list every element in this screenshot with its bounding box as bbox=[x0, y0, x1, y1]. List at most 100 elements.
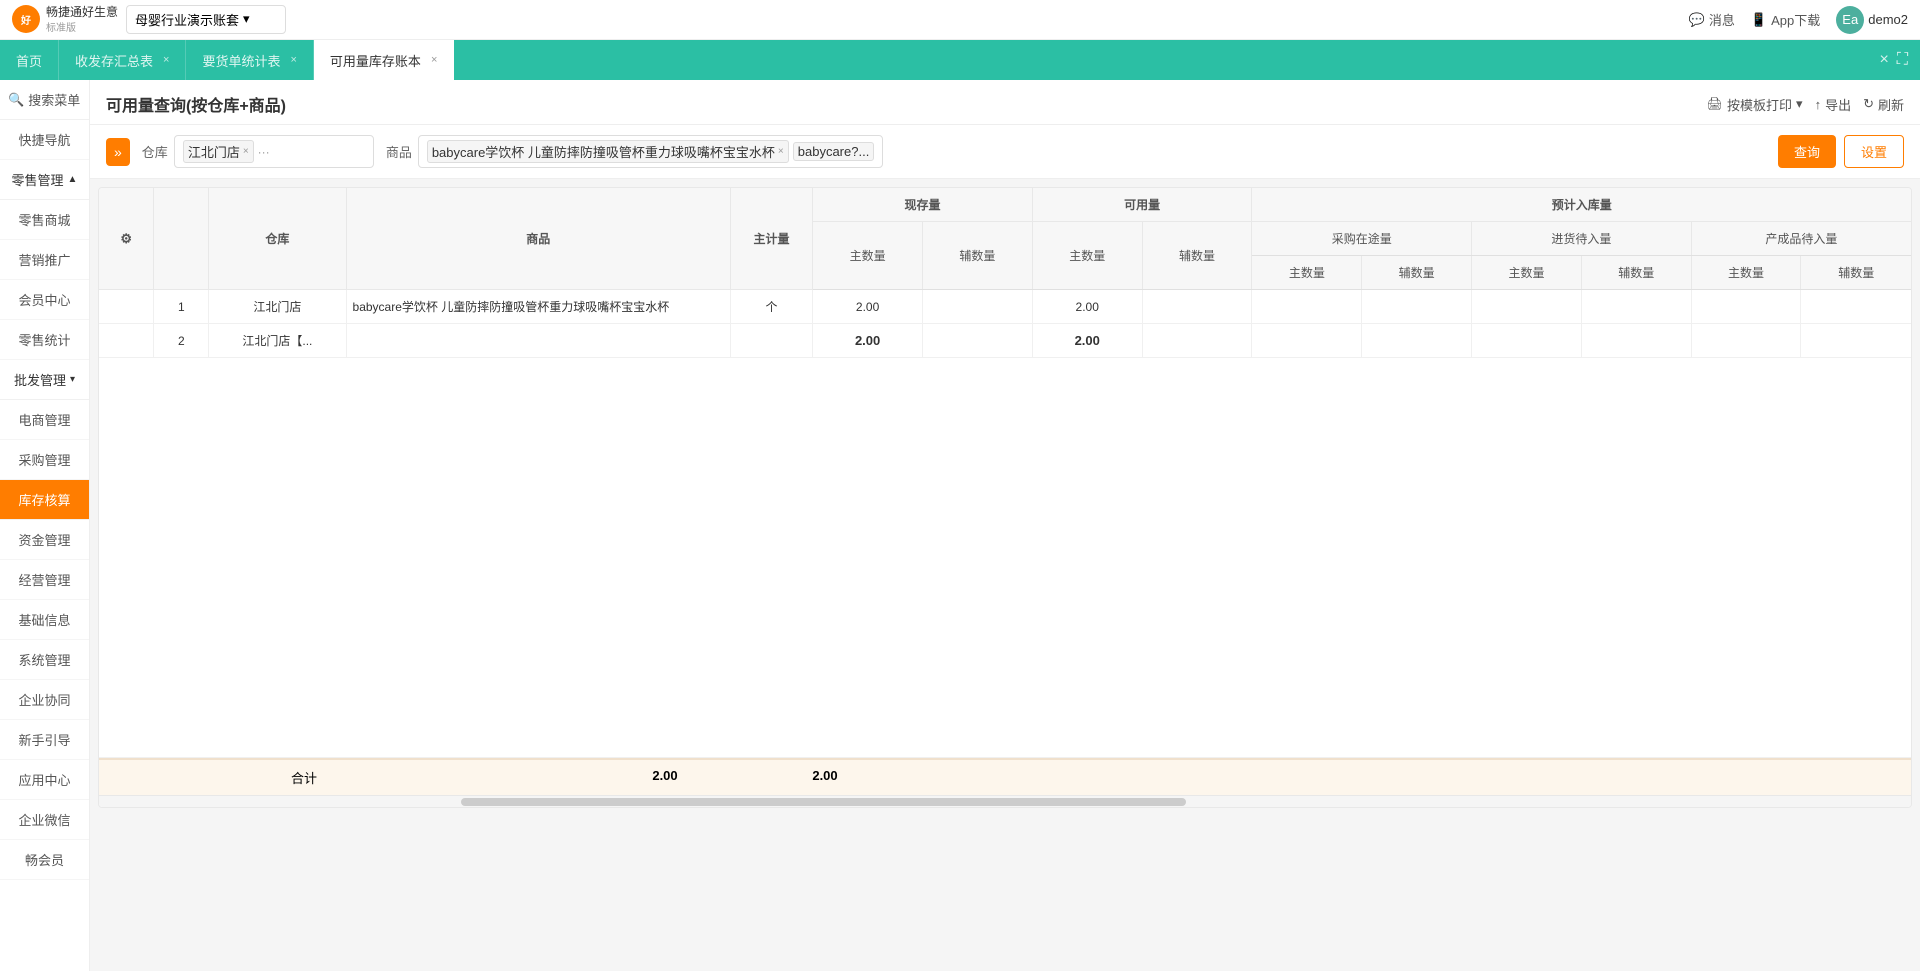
export-button[interactable]: ↑ 导出 bbox=[1815, 95, 1852, 114]
export-icon: ↑ bbox=[1815, 97, 1822, 112]
refresh-label: 刷新 bbox=[1878, 95, 1904, 114]
filter-expand-button[interactable]: » bbox=[106, 138, 130, 166]
download-button[interactable]: 📱 App下载 bbox=[1751, 10, 1820, 29]
tab-order-label: 要货单统计表 bbox=[202, 51, 280, 70]
tab-order-close[interactable]: × bbox=[290, 54, 296, 66]
sidebar-item-basic-label: 基础信息 bbox=[18, 613, 70, 628]
export-label: 导出 bbox=[1825, 95, 1851, 114]
query-button[interactable]: 查询 bbox=[1778, 135, 1836, 168]
search-icon: 🔍 bbox=[8, 92, 24, 108]
sidebar-item-ecommerce[interactable]: 电商管理 bbox=[0, 400, 89, 440]
sidebar-item-purchase-label: 采购管理 bbox=[18, 453, 70, 468]
sidebar-quick-nav[interactable]: 快捷导航 bbox=[0, 120, 89, 160]
table-row: 2 江北门店【... 2.00 2.00 bbox=[99, 324, 1911, 358]
setting-button[interactable]: 设置 bbox=[1844, 135, 1904, 168]
tab-available[interactable]: 可用量库存账本 × bbox=[314, 40, 454, 80]
tab-receive[interactable]: 收发存汇总表 × bbox=[59, 40, 186, 80]
row2-unit bbox=[730, 324, 812, 358]
sidebar-item-retail-mall-label: 零售商城 bbox=[18, 213, 70, 228]
print-button[interactable]: 🖨 按模板打印 ▾ bbox=[1707, 95, 1803, 114]
sidebar-item-member[interactable]: 会员中心 bbox=[0, 280, 89, 320]
sidebar-item-finance[interactable]: 资金管理 bbox=[0, 520, 89, 560]
sidebar: 🔍 搜索菜单 快捷导航 零售管理 ▲ 零售商城 营销推广 会员中心 零售统计 批… bbox=[0, 80, 90, 971]
table-wrapper: ⚙ 仓库 商品 主计量 现存量 可用量 预计入库量 主数量 辅数量 主数量 bbox=[98, 187, 1912, 808]
sidebar-item-vip[interactable]: 畅会员 bbox=[0, 840, 89, 880]
sidebar-item-enterprise[interactable]: 企业协同 bbox=[0, 680, 89, 720]
sidebar-search-label: 搜索菜单 bbox=[28, 90, 80, 109]
sidebar-item-retail-stats[interactable]: 零售统计 bbox=[0, 320, 89, 360]
tab-receive-label: 收发存汇总表 bbox=[75, 51, 153, 70]
warehouse-tag-1-remove[interactable]: × bbox=[243, 146, 249, 157]
row2-no: 2 bbox=[154, 324, 209, 358]
row1-incoming-main bbox=[1472, 290, 1582, 324]
sidebar-item-newguide[interactable]: 新手引导 bbox=[0, 720, 89, 760]
data-table: ⚙ 仓库 商品 主计量 现存量 可用量 预计入库量 主数量 辅数量 主数量 bbox=[99, 188, 1911, 758]
th-prod-main: 主数量 bbox=[1691, 256, 1801, 290]
footer-label: 合计 bbox=[285, 768, 565, 787]
tab-fullscreen[interactable]: ⛶ bbox=[1897, 51, 1908, 69]
row1-product: babycare学饮杯 儿童防摔防撞吸管杯重力球吸嘴杯宝宝水杯 bbox=[346, 290, 730, 324]
row1-purchase-aux bbox=[1362, 290, 1472, 324]
sidebar-search[interactable]: 🔍 搜索菜单 bbox=[0, 80, 89, 120]
warehouse-input[interactable]: 江北门店 × ··· bbox=[174, 135, 374, 168]
sidebar-item-operations[interactable]: 经营管理 bbox=[0, 560, 89, 600]
message-icon: 💬 bbox=[1689, 12, 1705, 28]
th-avail-main: 主数量 bbox=[1032, 222, 1142, 290]
th-warehouse: 仓库 bbox=[209, 188, 346, 290]
settings-icon[interactable]: ⚙ bbox=[120, 231, 132, 246]
th-purchase-group: 采购在途量 bbox=[1252, 222, 1472, 256]
row1-avail-aux bbox=[1142, 290, 1252, 324]
warehouse-tag-1: 江北门店 × bbox=[183, 140, 254, 163]
sidebar-item-retail-mall[interactable]: 零售商城 bbox=[0, 200, 89, 240]
tab-close-all[interactable]: × bbox=[1879, 51, 1888, 69]
sidebar-item-retail-label: 零售管理 bbox=[12, 170, 64, 189]
industry-selector[interactable]: 母婴行业演示账套 ▾ bbox=[126, 5, 286, 34]
horizontal-scrollbar[interactable] bbox=[99, 795, 1911, 807]
tab-bar: 首页 收发存汇总表 × 要货单统计表 × 可用量库存账本 × × ⛶ bbox=[0, 40, 1920, 80]
refresh-button[interactable]: ↻ 刷新 bbox=[1863, 95, 1904, 114]
tab-available-close[interactable]: × bbox=[431, 54, 437, 66]
sidebar-item-basic[interactable]: 基础信息 bbox=[0, 600, 89, 640]
chevron-down-icon: ▾ bbox=[243, 11, 250, 27]
sidebar-item-marketing-label: 营销推广 bbox=[18, 253, 70, 268]
sidebar-item-system[interactable]: 系统管理 bbox=[0, 640, 89, 680]
sidebar-item-wholesale[interactable]: 批发管理 ▾ bbox=[0, 360, 89, 400]
product-input[interactable]: babycare学饮杯 儿童防摔防撞吸管杯重力球吸嘴杯宝宝水杯 × babyca… bbox=[418, 135, 883, 168]
row1-checkbox[interactable] bbox=[99, 290, 154, 324]
sidebar-item-retail[interactable]: 零售管理 ▲ bbox=[0, 160, 89, 200]
footer-stock-main: 2.00 bbox=[625, 768, 705, 787]
th-no bbox=[154, 188, 209, 290]
row2-checkbox[interactable] bbox=[99, 324, 154, 358]
print-label: 按模板打印 bbox=[1727, 95, 1792, 114]
chevron-down-icon: ▾ bbox=[70, 374, 75, 385]
top-bar-left: 好 畅捷通好生意 标准版 母婴行业演示账套 ▾ bbox=[12, 5, 286, 34]
sidebar-item-retail-stats-label: 零售统计 bbox=[18, 333, 70, 348]
scrollbar-thumb[interactable] bbox=[461, 798, 1186, 806]
message-button[interactable]: 💬 消息 bbox=[1689, 10, 1735, 29]
content-area: 可用量查询(按仓库+商品) 🖨 按模板打印 ▾ ↑ 导出 ↻ 刷新 » bbox=[90, 80, 1920, 971]
sidebar-item-purchase[interactable]: 采购管理 bbox=[0, 440, 89, 480]
user-profile[interactable]: Ea demo2 bbox=[1836, 6, 1908, 34]
tab-receive-close[interactable]: × bbox=[163, 54, 169, 66]
sidebar-item-marketing[interactable]: 营销推广 bbox=[0, 240, 89, 280]
sidebar-item-inventory[interactable]: 库存核算 bbox=[0, 480, 89, 520]
tab-home[interactable]: 首页 bbox=[0, 40, 59, 80]
refresh-icon: ↻ bbox=[1863, 96, 1874, 112]
product-tag-2-text: babycare?... bbox=[798, 144, 870, 159]
row2-stock-aux bbox=[923, 324, 1033, 358]
empty-space-row bbox=[99, 358, 1911, 758]
product-label: 商品 bbox=[386, 142, 412, 161]
main-layout: 🔍 搜索菜单 快捷导航 零售管理 ▲ 零售商城 营销推广 会员中心 零售统计 批… bbox=[0, 80, 1920, 971]
sidebar-item-operations-label: 经营管理 bbox=[18, 573, 70, 588]
sidebar-item-vip-label: 畅会员 bbox=[25, 853, 64, 868]
th-purchase-main: 主数量 bbox=[1252, 256, 1362, 290]
product-tag-1-remove[interactable]: × bbox=[778, 146, 784, 157]
sidebar-item-appcenter[interactable]: 应用中心 bbox=[0, 760, 89, 800]
avatar-text: Ea bbox=[1842, 12, 1858, 27]
chevron-down-icon: ▾ bbox=[1796, 96, 1803, 112]
row1-prod-aux bbox=[1801, 290, 1911, 324]
sidebar-item-wechat[interactable]: 企业微信 bbox=[0, 800, 89, 840]
tab-home-label: 首页 bbox=[16, 51, 42, 70]
footer-avail-main: 2.00 bbox=[785, 768, 865, 787]
tab-order[interactable]: 要货单统计表 × bbox=[186, 40, 313, 80]
